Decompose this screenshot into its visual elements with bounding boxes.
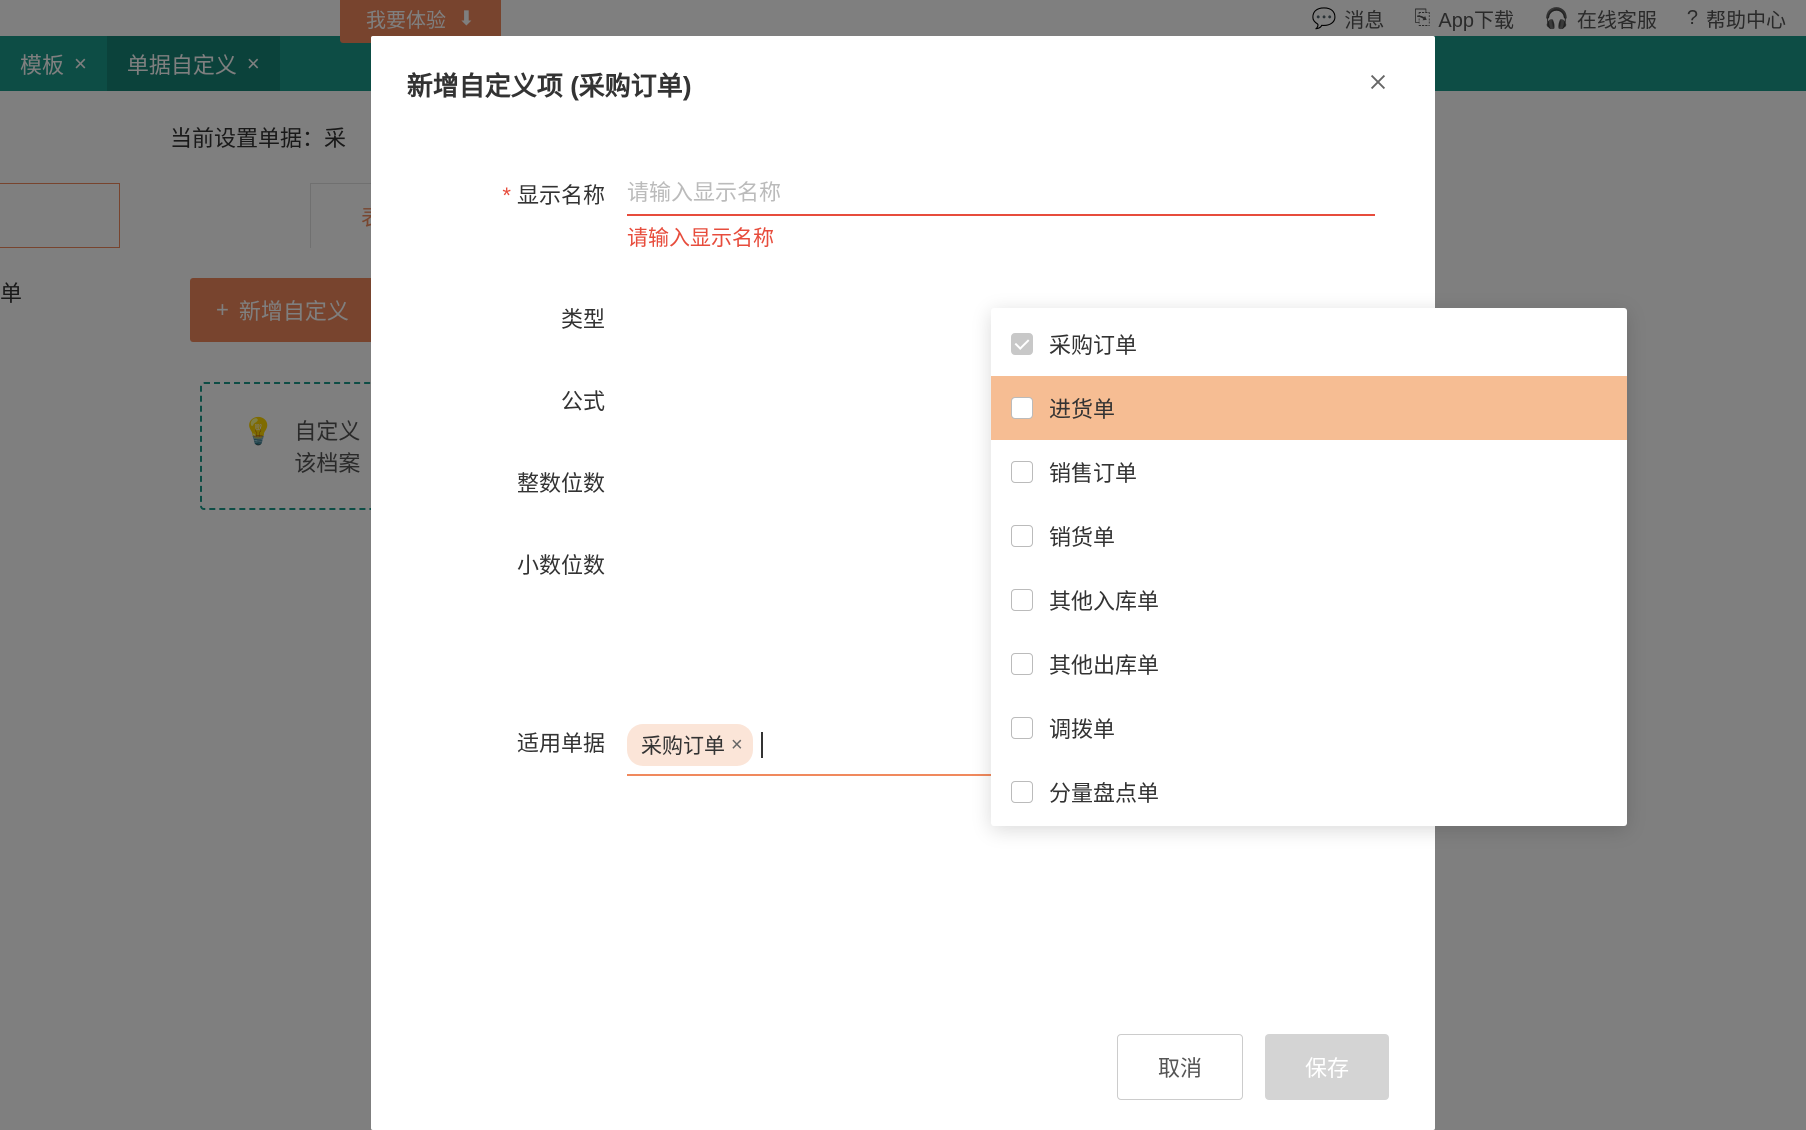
dropdown-item-label: 其他出库单: [1049, 648, 1159, 680]
dropdown-item[interactable]: 进货单: [991, 376, 1627, 440]
applicable-doc-label: 适用单据: [431, 720, 627, 758]
display-name-error: 请输入显示名称: [627, 222, 1375, 252]
checkbox-icon[interactable]: [1011, 781, 1033, 803]
dropdown-item[interactable]: 销货单: [991, 504, 1627, 568]
required-marker: *: [502, 183, 511, 208]
formula-label: 公式: [431, 378, 627, 416]
cancel-button[interactable]: 取消: [1117, 1034, 1243, 1100]
int-digits-label: 整数位数: [431, 460, 627, 498]
checkbox-icon[interactable]: [1011, 525, 1033, 547]
display-name-label: 显示名称: [517, 183, 605, 208]
decimal-digits-label: 小数位数: [431, 542, 627, 580]
tag-remove-icon[interactable]: ×: [731, 734, 743, 757]
modal-close-button[interactable]: [1357, 64, 1399, 104]
checkbox-icon[interactable]: [1011, 589, 1033, 611]
tag-label: 采购订单: [641, 730, 725, 760]
type-label: 类型: [431, 296, 627, 334]
text-cursor: [761, 732, 763, 758]
dropdown-item-label: 销货单: [1049, 520, 1115, 552]
checkbox-icon[interactable]: [1011, 397, 1033, 419]
display-name-input[interactable]: [627, 172, 1375, 216]
checkbox-icon[interactable]: [1011, 333, 1033, 355]
dropdown-item-label: 采购订单: [1049, 328, 1137, 360]
close-icon: [1367, 71, 1389, 93]
dropdown-item[interactable]: 销售订单: [991, 440, 1627, 504]
selected-tag: 采购订单 ×: [627, 724, 753, 766]
modal-title: 新增自定义项 (采购订单): [407, 66, 692, 103]
modal-overlay: 新增自定义项 (采购订单) *显示名称 请输入显示名称 类型: [0, 0, 1806, 1130]
dropdown-item-label: 进货单: [1049, 392, 1115, 424]
dropdown-item[interactable]: 采购订单: [991, 312, 1627, 376]
dropdown-item-label: 销售订单: [1049, 456, 1137, 488]
checkbox-icon[interactable]: [1011, 461, 1033, 483]
checkbox-icon[interactable]: [1011, 717, 1033, 739]
dropdown-item[interactable]: 调拨单: [991, 696, 1627, 760]
dropdown-item-label: 分量盘点单: [1049, 776, 1159, 808]
checkbox-icon[interactable]: [1011, 653, 1033, 675]
dropdown-item[interactable]: 其他出库单: [991, 632, 1627, 696]
modal-header: 新增自定义项 (采购订单): [371, 36, 1435, 132]
dropdown-scroll[interactable]: 采购订单进货单销售订单销货单其他入库单其他出库单调拨单分量盘点单: [991, 312, 1627, 822]
save-button[interactable]: 保存: [1265, 1034, 1389, 1100]
applicable-doc-dropdown: 采购订单进货单销售订单销货单其他入库单其他出库单调拨单分量盘点单: [991, 308, 1627, 826]
add-custom-modal: 新增自定义项 (采购订单) *显示名称 请输入显示名称 类型: [371, 36, 1435, 1130]
modal-footer: 取消 保存: [371, 1004, 1435, 1130]
dropdown-item[interactable]: 其他入库单: [991, 568, 1627, 632]
dropdown-item-label: 调拨单: [1049, 712, 1115, 744]
dropdown-item-label: 其他入库单: [1049, 584, 1159, 616]
form-row-display-name: *显示名称 请输入显示名称: [431, 172, 1375, 252]
dropdown-item[interactable]: 分量盘点单: [991, 760, 1627, 822]
